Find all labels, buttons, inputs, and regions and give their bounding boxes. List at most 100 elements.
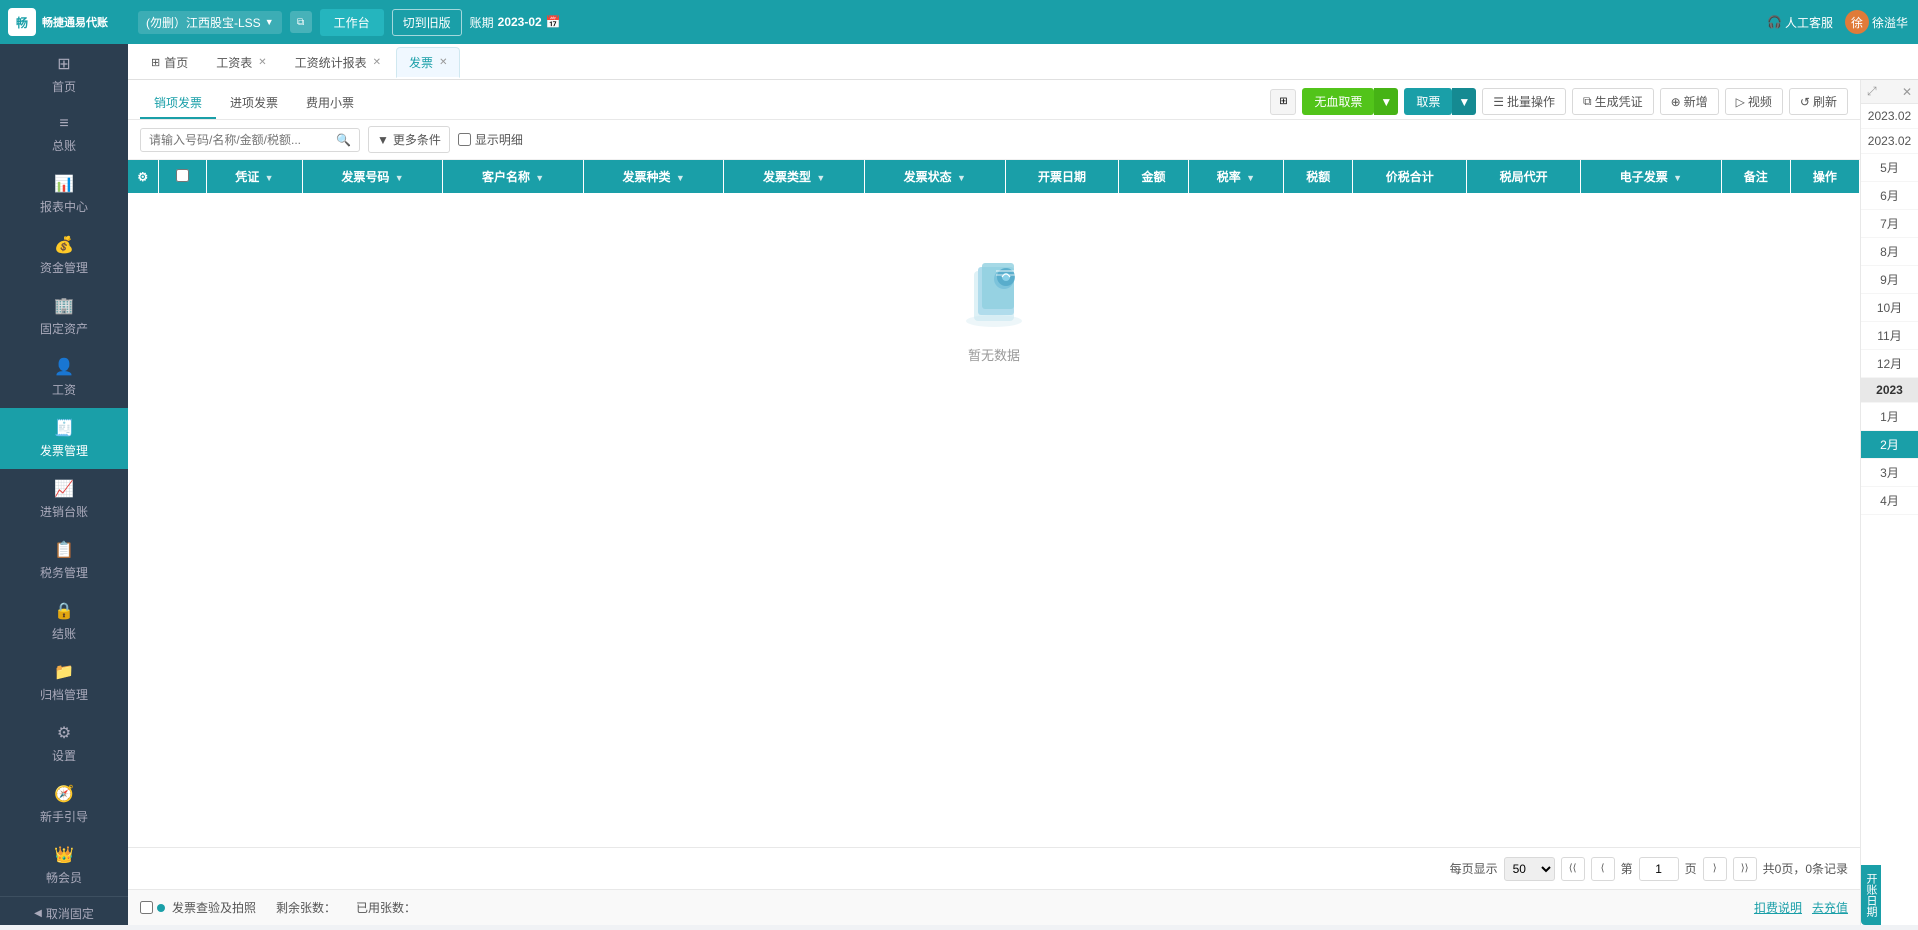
tax-rate-filter-icon[interactable]: ▼: [1246, 173, 1255, 183]
date-item-11[interactable]: 11月: [1861, 322, 1918, 350]
tab-invoice-close[interactable]: ✕: [439, 57, 447, 68]
invoice-no-filter-icon[interactable]: ▼: [395, 173, 404, 183]
sidebar-item-settings[interactable]: ⚙ 设置: [0, 713, 128, 774]
topbar-right: 🎧 人工客服 徐 徐溢华: [1767, 10, 1908, 34]
workbench-button[interactable]: 工作台: [320, 9, 384, 36]
date-item-8[interactable]: 8月: [1861, 238, 1918, 266]
more-conditions-button[interactable]: ▼ 更多条件: [368, 126, 450, 153]
col-invoice-type1: 发票种类 ▼: [583, 160, 724, 193]
batch-ops-label: 批量操作: [1507, 93, 1555, 110]
col-tax: 税额: [1284, 160, 1353, 193]
show-details-checkbox[interactable]: 显示明细: [458, 131, 523, 148]
date-item-12[interactable]: 12月: [1861, 350, 1918, 378]
subtab-expense[interactable]: 费用小票: [292, 88, 368, 119]
no-ticket-btn-group: 无血取票 ▼: [1302, 88, 1398, 115]
date-item-7[interactable]: 7月: [1861, 210, 1918, 238]
no-ticket-button[interactable]: 无血取票: [1302, 88, 1374, 115]
open-period-button[interactable]: 开账日期: [1861, 865, 1881, 925]
sidebar-item-invoice[interactable]: 🧾 发票管理: [0, 408, 128, 469]
switch-old-button[interactable]: 切到旧版: [392, 9, 462, 36]
video-icon: ▷: [1736, 95, 1745, 109]
video-button[interactable]: ▷ 视频: [1725, 88, 1783, 115]
recharge-link[interactable]: 去充值: [1812, 899, 1848, 916]
per-page-select[interactable]: 50 100 200: [1504, 857, 1555, 881]
tab-salary-stats-close[interactable]: ✕: [373, 57, 381, 68]
gen-voucher-label: 生成凭证: [1595, 93, 1643, 110]
date-panel-maximize-icon[interactable]: ⤢: [1867, 84, 1877, 99]
sidebar-item-fixed[interactable]: 🏢 固定资产: [0, 286, 128, 347]
sidebar-item-member[interactable]: 👑 畅会员: [0, 835, 128, 896]
col-checkbox[interactable]: [158, 160, 207, 193]
new-button[interactable]: ⊕ 新增: [1660, 88, 1719, 115]
sidebar-item-tax[interactable]: 📋 税务管理: [0, 530, 128, 591]
date-item-2023-02-1[interactable]: 2023.02: [1861, 104, 1918, 129]
date-item-2023-1[interactable]: 1月: [1861, 403, 1918, 431]
invoice-type1-filter-icon[interactable]: ▼: [676, 173, 685, 183]
calendar-icon[interactable]: 📅: [546, 15, 561, 29]
tab-salary-close[interactable]: ✕: [258, 57, 266, 68]
gen-voucher-button[interactable]: ⧉ 生成凭证: [1572, 88, 1654, 115]
company-selector[interactable]: (勿删）江西股宝-LSS ▼: [138, 11, 282, 34]
show-details-input[interactable]: [458, 133, 471, 146]
date-item-2023-3[interactable]: 3月: [1861, 459, 1918, 487]
select-all[interactable]: [176, 169, 189, 182]
sidebar-item-salary[interactable]: 👤 工资: [0, 347, 128, 408]
next-page-button[interactable]: ⟩: [1703, 857, 1727, 881]
customer-filter-icon[interactable]: ▼: [535, 173, 544, 183]
unpin-label: 取消固定: [46, 905, 94, 922]
sidebar-item-label: 结账: [52, 625, 76, 642]
more-conditions-label: 更多条件: [393, 131, 441, 148]
pagination: 每页显示 50 100 200 ⟨⟨ ⟨ 第 页 ⟩ ⟩⟩ 共0页，0条记录: [128, 847, 1860, 889]
prev-page-button[interactable]: ⟨: [1591, 857, 1615, 881]
service-button[interactable]: 🎧 人工客服: [1767, 14, 1833, 31]
invoice-panel: 销项发票 进项发票 费用小票 ⊞ 无血取票 ▼: [128, 80, 1860, 925]
invoice-type2-filter-icon[interactable]: ▼: [816, 173, 825, 183]
verify-checkbox[interactable]: [140, 901, 153, 914]
search-input[interactable]: [149, 133, 332, 147]
tab-salary-stats[interactable]: 工资统计报表 ✕: [282, 47, 394, 77]
subtab-purchase[interactable]: 进项发票: [216, 88, 292, 119]
sidebar-item-close[interactable]: 🔒 结账: [0, 591, 128, 652]
batch-ops-button[interactable]: ☰ 批量操作: [1482, 88, 1566, 115]
copy-icon[interactable]: ⧉: [290, 11, 312, 33]
tab-invoice[interactable]: 发票 ✕: [396, 47, 460, 78]
ticket-dropdown[interactable]: ▼: [1452, 88, 1476, 115]
sidebar-item-funds[interactable]: 💰 资金管理: [0, 225, 128, 286]
verify-checkbox-label[interactable]: 发票查验及拍照: [140, 899, 256, 916]
date-item-9[interactable]: 9月: [1861, 266, 1918, 294]
tab-home[interactable]: ⊞ 首页: [138, 47, 201, 77]
subtabs: 销项发票 进项发票 费用小票 ⊞ 无血取票 ▼: [128, 80, 1860, 120]
col-customer: 客户名称 ▼: [443, 160, 584, 193]
date-panel-close-icon[interactable]: ✕: [1902, 85, 1912, 99]
sidebar-item-archive[interactable]: 📁 归档管理: [0, 652, 128, 713]
logo-text: 畅捷通易代账: [42, 14, 108, 30]
video-label: 视频: [1748, 93, 1772, 110]
date-item-10[interactable]: 10月: [1861, 294, 1918, 322]
sidebar-item-guide[interactable]: 🧭 新手引导: [0, 774, 128, 835]
first-page-button[interactable]: ⟨⟨: [1561, 857, 1585, 881]
ticket-button[interactable]: 取票: [1404, 88, 1452, 115]
date-item-2023-4[interactable]: 4月: [1861, 487, 1918, 515]
sidebar-item-sales[interactable]: 📈 进销台账: [0, 469, 128, 530]
date-item-6[interactable]: 6月: [1861, 182, 1918, 210]
sidebar-item-home[interactable]: ⊞ 首页: [0, 44, 128, 105]
last-page-button[interactable]: ⟩⟩: [1733, 857, 1757, 881]
page-input[interactable]: [1639, 857, 1679, 881]
fee-desc-link[interactable]: 扣费说明: [1754, 899, 1802, 916]
date-item-5[interactable]: 5月: [1861, 154, 1918, 182]
user-menu[interactable]: 徐 徐溢华: [1845, 10, 1908, 34]
voucher-filter-icon[interactable]: ▼: [265, 173, 274, 183]
grid-settings-icon[interactable]: ⊞: [1270, 89, 1296, 115]
tab-salary[interactable]: 工资表 ✕: [203, 47, 279, 77]
col-settings[interactable]: ⚙: [128, 160, 158, 193]
unpin-button[interactable]: ◀ 取消固定: [0, 897, 128, 930]
subtab-sales[interactable]: 销项发票: [140, 88, 216, 119]
status-filter-icon[interactable]: ▼: [957, 173, 966, 183]
e-invoice-filter-icon[interactable]: ▼: [1673, 173, 1682, 183]
date-item-2023-02-2[interactable]: 2023.02: [1861, 129, 1918, 154]
sidebar-item-ledger[interactable]: ≡ 总账: [0, 105, 128, 164]
sidebar-item-reports[interactable]: 📊 报表中心: [0, 164, 128, 225]
no-ticket-dropdown[interactable]: ▼: [1374, 88, 1398, 115]
date-item-2023-2[interactable]: 2月: [1861, 431, 1918, 459]
refresh-button[interactable]: ↺ 刷新: [1789, 88, 1848, 115]
